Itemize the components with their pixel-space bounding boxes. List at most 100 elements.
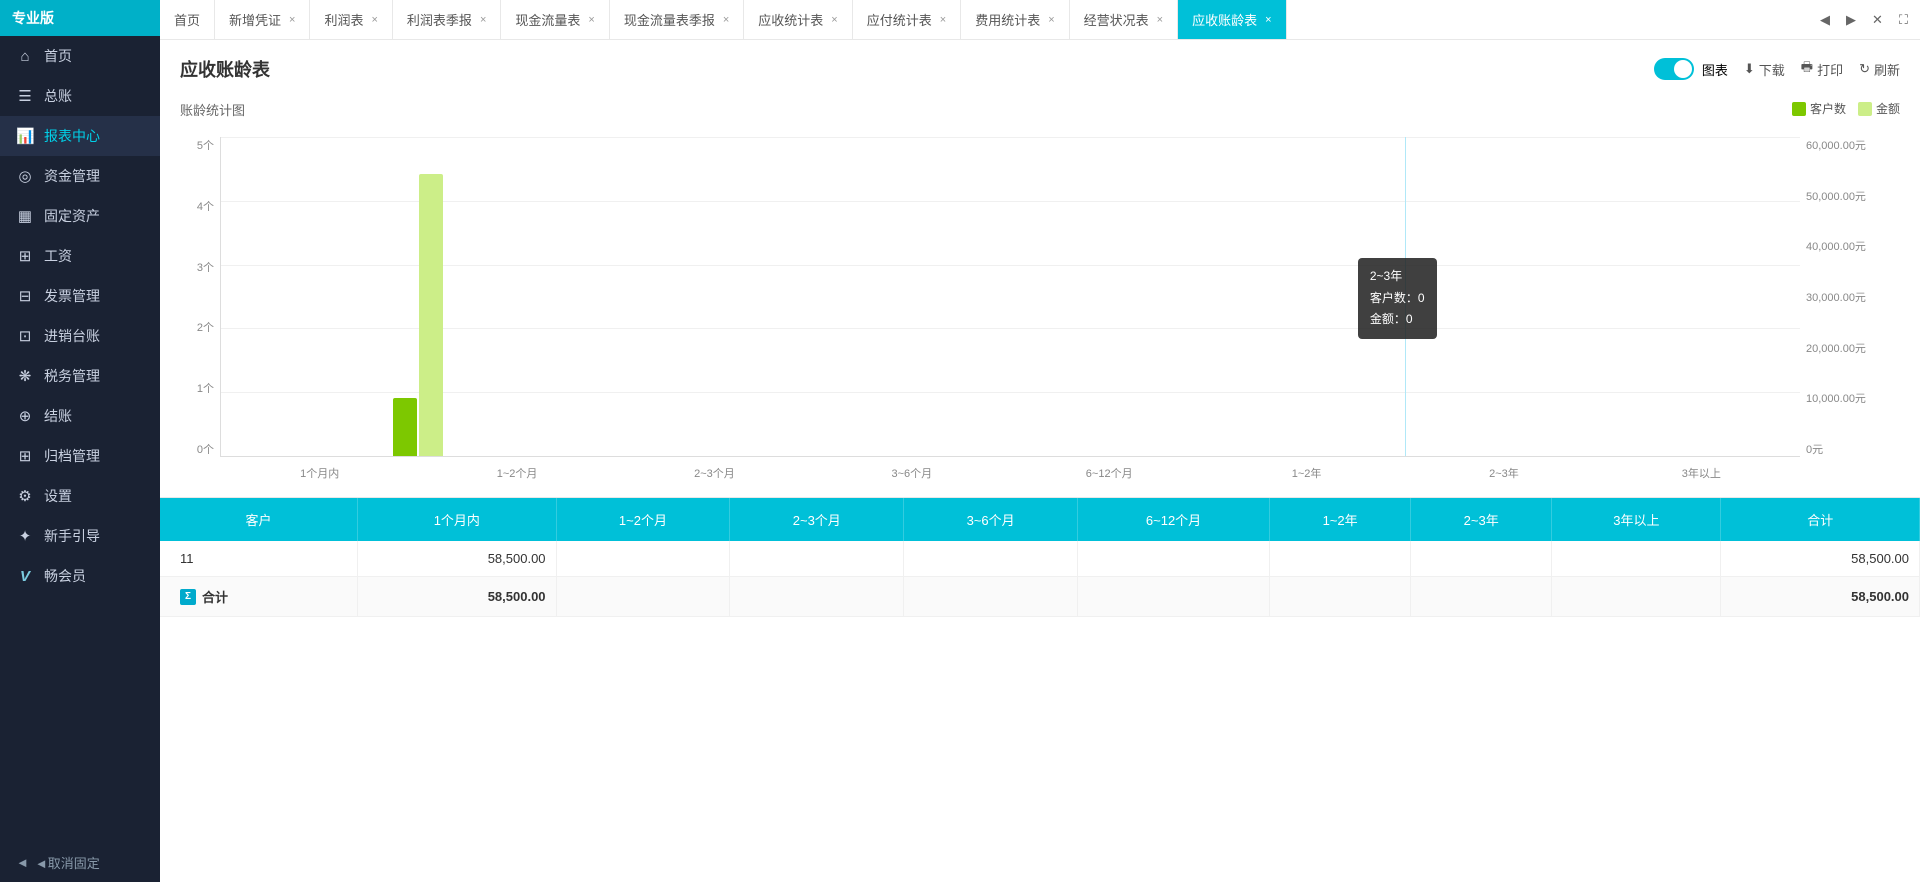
table-row: 11 58,500.00 58,500.00 [160,541,1920,577]
legend-customers-label: 客户数 [1810,100,1846,117]
sidebar-item-archive[interactable]: ⊞ 归档管理 [0,436,160,476]
sidebar-label-ledger: 总账 [44,86,72,106]
cell-1to2month [556,541,730,577]
tab-cashflow-close[interactable]: × [588,14,594,26]
table-total-row: Σ 合计 58,500.00 58 [160,577,1920,617]
sidebar-item-funds[interactable]: ◎ 资金管理 [0,156,160,196]
bar-1month-customers [393,398,417,456]
unpin-sidebar-btn[interactable]: ◄ ◄取消固定 [0,843,160,882]
total-1month: 58,500.00 [358,577,556,617]
tab-ar-stats-close[interactable]: × [831,14,837,26]
legend-amount: 金额 [1858,100,1900,117]
tab-ar-aging[interactable]: 应收账龄表 × [1178,0,1286,40]
tab-business-status[interactable]: 经营状况表 × [1070,0,1178,40]
chart-legend: 客户数 金额 [1792,100,1900,117]
toggle-track[interactable] [1654,58,1694,80]
cell-6to12month [1078,541,1270,577]
tab-ap-stats-close[interactable]: × [940,14,946,26]
sidebar-label-member: 畅会员 [44,566,86,586]
tab-ar-stats[interactable]: 应收统计表 × [744,0,852,40]
cell-3to6month [904,541,1078,577]
tab-voucher[interactable]: 新增凭证 × [215,0,310,40]
legend-customers: 客户数 [1792,100,1846,117]
chart-section: 账龄统计图 客户数 金额 5个 4个 [160,90,1920,498]
sidebar-item-inventory[interactable]: ⊡ 进销台账 [0,316,160,356]
x-label-1to2month: 1~2个月 [418,465,615,481]
total-1to2month [556,577,730,617]
tab-home[interactable]: 首页 [160,0,215,40]
tab-cashflow-quarter-close[interactable]: × [723,14,729,26]
sidebar-item-settings[interactable]: ⚙ 设置 [0,476,160,516]
cell-3year-plus [1552,541,1721,577]
sidebar-item-reports[interactable]: 📊 报表中心 [0,116,160,156]
tab-fullscreen-btn[interactable]: ⛶ [1893,8,1914,32]
sidebar-item-assets[interactable]: ▦ 固定资产 [0,196,160,236]
toggle-label: 图表 [1702,60,1728,79]
chart-toggle[interactable]: 图表 [1654,58,1728,80]
total-3to6month [904,577,1078,617]
sidebar-item-tax[interactable]: ❋ 税务管理 [0,356,160,396]
sidebar-item-payroll[interactable]: ⊞ 工资 [0,236,160,276]
total-label: Σ 合计 [180,587,347,606]
tab-expense-stats-close[interactable]: × [1048,14,1054,26]
tab-profit[interactable]: 利润表 × [310,0,392,40]
refresh-btn[interactable]: ↻ 刷新 [1859,60,1900,79]
tab-close-all-btn[interactable]: ✕ [1866,8,1889,32]
tab-cashflow-quarter[interactable]: 现金流量表季报 × [610,0,744,40]
cell-2to3year [1411,541,1552,577]
sidebar-item-closing[interactable]: ⊕ 结账 [0,396,160,436]
tab-voucher-label: 新增凭证 [229,10,281,29]
chart-wrapper: 5个 4个 3个 2个 1个 0个 [180,127,1900,487]
member-icon: V [16,568,34,585]
tab-cashflow[interactable]: 现金流量表 × [501,0,609,40]
total-2to3year [1411,577,1552,617]
x-labels: 1个月内 1~2个月 2~3个月 3~6个月 6~12个月 1~2年 2~3年 … [221,465,1800,481]
gridline-5 [221,137,1800,138]
bar-group-1month [393,174,443,456]
sidebar-label-closing: 结账 [44,406,72,426]
tab-profit-close[interactable]: × [371,14,377,26]
print-label: 打印 [1817,60,1843,79]
legend-amount-label: 金额 [1876,100,1900,117]
cell-1to2year [1270,541,1411,577]
sidebar-item-invoice[interactable]: ⊟ 发票管理 [0,276,160,316]
y-right-60000: 60,000.00元 [1806,137,1866,153]
col-header-2to3year: 2~3年 [1411,498,1552,541]
tab-business-status-close[interactable]: × [1157,14,1163,26]
invoice-icon: ⊟ [16,287,34,305]
sidebar-label-assets: 固定资产 [44,206,100,226]
content-area: 应收账龄表 图表 ⬇ 下载 🖶 打印 [160,40,1920,882]
gridline-4 [221,201,1800,202]
x-label-3to6month: 3~6个月 [813,465,1010,481]
y-left-0: 0个 [197,441,214,457]
ledger-icon: ☰ [16,87,34,105]
tab-ap-stats[interactable]: 应付统计表 × [853,0,961,40]
tab-profit-quarter[interactable]: 利润表季报 × [393,0,501,40]
col-header-total: 合计 [1721,498,1920,541]
payroll-icon: ⊞ [16,247,34,265]
sidebar-item-home[interactable]: ⌂ 首页 [0,36,160,76]
tab-nav-controls: ◀ ▶ ✕ ⛶ [1808,0,1920,40]
print-btn[interactable]: 🖶 打印 [1801,58,1843,80]
chart-title: 账龄统计图 [180,100,1900,119]
tab-ar-stats-label: 应收统计表 [758,10,823,29]
gridline-1 [221,392,1800,393]
tab-expense-stats[interactable]: 费用统计表 × [961,0,1069,40]
sidebar-label-reports: 报表中心 [44,126,100,146]
tab-ar-aging-close[interactable]: × [1265,14,1271,26]
download-btn[interactable]: ⬇ 下载 [1744,60,1785,79]
sidebar-item-ledger[interactable]: ☰ 总账 [0,76,160,116]
tab-voucher-close[interactable]: × [289,14,295,26]
y-right-30000: 30,000.00元 [1806,289,1866,305]
tab-next-btn[interactable]: ▶ [1840,8,1862,32]
bar-1month-amount [419,174,443,456]
tab-business-status-label: 经营状况表 [1084,10,1149,29]
sidebar-item-member[interactable]: V 畅会员 [0,556,160,596]
tab-profit-quarter-close[interactable]: × [480,14,486,26]
page-actions: 图表 ⬇ 下载 🖶 打印 ↻ 刷新 [1654,58,1900,80]
col-header-2to3month: 2~3个月 [730,498,904,541]
sidebar-item-guide[interactable]: ✦ 新手引导 [0,516,160,556]
col-header-customer: 客户 [160,498,358,541]
tab-prev-btn[interactable]: ◀ [1814,8,1836,32]
y-right-0: 0元 [1806,441,1823,457]
